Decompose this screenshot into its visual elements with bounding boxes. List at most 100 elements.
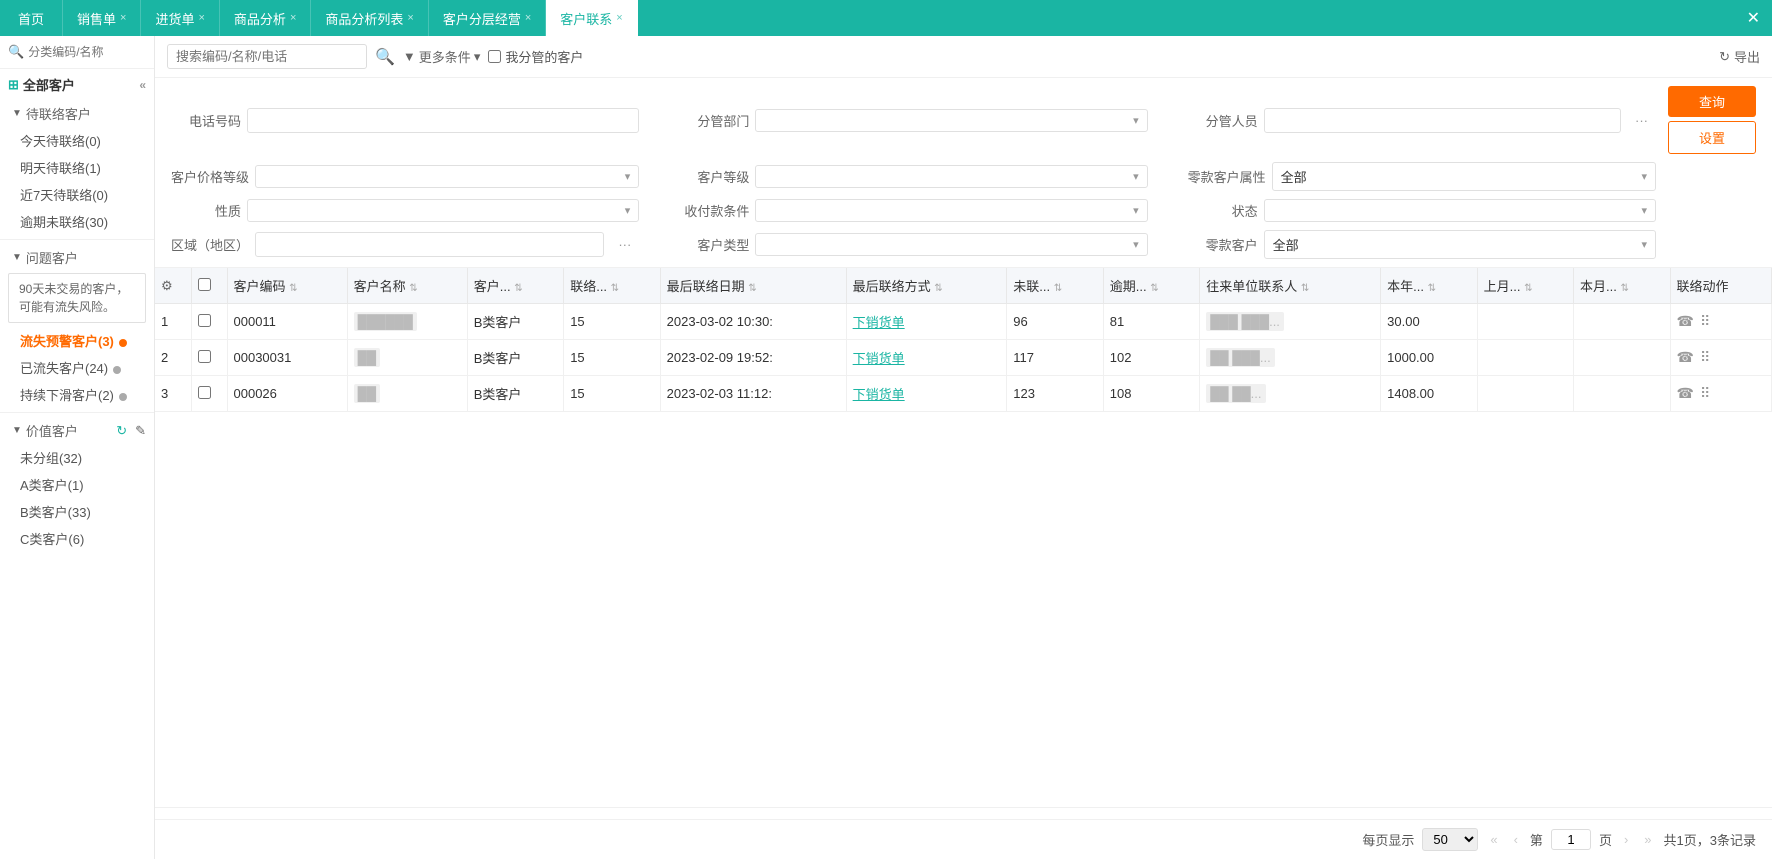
my-customers-label[interactable]: 我分管的客户 xyxy=(488,47,583,66)
filter-more-btn[interactable]: ▼ 更多条件 ▾ xyxy=(403,47,480,66)
select-grade[interactable]: ▾ xyxy=(755,165,1147,188)
select-retail-attr-arrow: ▾ xyxy=(1641,170,1647,183)
select-retail-attr[interactable]: 全部 ▾ xyxy=(1272,162,1656,191)
row3-more-icon[interactable]: ⠿ xyxy=(1700,385,1710,402)
th-customer-type[interactable]: 客户... ⇅ xyxy=(467,268,563,304)
select-dept[interactable]: ▾ xyxy=(755,109,1147,132)
select-price-grade[interactable]: ▾ xyxy=(255,165,639,188)
row2-last-method[interactable]: 下销货单 xyxy=(846,340,1007,376)
row2-method-link[interactable]: 下销货单 xyxy=(853,351,905,366)
row3-check[interactable] xyxy=(198,386,211,399)
th-gear[interactable]: ⚙ xyxy=(155,268,191,304)
row1-checkbox[interactable] xyxy=(191,304,227,340)
th-overdue[interactable]: 逾期... ⇅ xyxy=(1103,268,1199,304)
sidebar-item-declining[interactable]: 持续下滑客户(2) xyxy=(0,381,154,408)
my-customers-checkbox[interactable] xyxy=(488,50,501,63)
select-dept-arrow: ▾ xyxy=(1133,114,1139,127)
row1-phone-icon[interactable]: ☎ xyxy=(1677,313,1694,330)
person-dots[interactable]: ··· xyxy=(1627,113,1656,128)
row1-check[interactable] xyxy=(198,314,211,327)
sidebar-search-input[interactable] xyxy=(28,45,155,59)
tab-customer-segment[interactable]: 客户分层经营 × xyxy=(429,0,546,36)
sidebar-section-value[interactable]: ▼ 价值客户 ↻ ✎ xyxy=(0,417,154,444)
row2-phone-icon[interactable]: ☎ xyxy=(1677,349,1694,366)
th-last-method[interactable]: 最后联络方式 ⇅ xyxy=(846,268,1007,304)
select-nature[interactable]: ▾ xyxy=(247,199,639,222)
sidebar-item-ungroup[interactable]: 未分组(32) xyxy=(0,444,154,471)
export-btn[interactable]: ↻ 导出 xyxy=(1719,47,1760,66)
tab-customer-contact[interactable]: 客户联系 × xyxy=(546,0,637,36)
tab-sales-close[interactable]: × xyxy=(120,12,126,24)
input-person[interactable] xyxy=(1264,108,1621,133)
th-this-month[interactable]: 本月... ⇅ xyxy=(1574,268,1670,304)
th-last-month[interactable]: 上月... ⇅ xyxy=(1477,268,1573,304)
sidebar-item-class-a[interactable]: A类客户(1) xyxy=(0,471,154,498)
sidebar-item-churn-warn[interactable]: 流失预警客户(3) xyxy=(0,327,154,354)
select-status[interactable]: ▾ xyxy=(1264,199,1656,222)
prev-page-btn[interactable]: ‹ xyxy=(1510,830,1522,849)
row3-method-link[interactable]: 下销货单 xyxy=(853,387,905,402)
input-region[interactable] xyxy=(255,232,604,257)
settings-btn[interactable]: 设置 xyxy=(1668,121,1756,154)
th-customer-name[interactable]: 客户名称 ⇅ xyxy=(347,268,467,304)
row2-checkbox[interactable] xyxy=(191,340,227,376)
th-contact-count[interactable]: 联络... ⇅ xyxy=(564,268,660,304)
row1-last-method[interactable]: 下销货单 xyxy=(846,304,1007,340)
page-input[interactable] xyxy=(1551,829,1591,850)
last-page-btn[interactable]: » xyxy=(1640,830,1655,849)
th-uncontacted[interactable]: 未联... ⇅ xyxy=(1007,268,1103,304)
row3-last-method[interactable]: 下销货单 xyxy=(846,376,1007,412)
value-edit-icon[interactable]: ✎ xyxy=(135,423,146,439)
sidebar-all-customers[interactable]: ⊞ 全部客户 « xyxy=(0,69,154,100)
sidebar-item-week[interactable]: 近7天待联络(0) xyxy=(0,181,154,208)
sidebar-section-pending[interactable]: ▼ 待联络客户 xyxy=(0,100,154,127)
sidebar-section-problem[interactable]: ▼ 问题客户 xyxy=(0,244,154,271)
sidebar-item-tomorrow[interactable]: 明天待联络(1) xyxy=(0,154,154,181)
tab-purchase[interactable]: 进货单 × xyxy=(141,0,219,36)
sidebar-item-class-c[interactable]: C类客户(6) xyxy=(0,525,154,552)
row2-more-icon[interactable]: ⠿ xyxy=(1700,349,1710,366)
th-customer-code[interactable]: 客户编码 ⇅ xyxy=(227,268,347,304)
row1-person-blurred: ███ ███... xyxy=(1206,312,1284,331)
per-page-select[interactable]: 50 100 200 xyxy=(1422,828,1478,851)
first-page-btn[interactable]: « xyxy=(1486,830,1501,849)
bottom-scrollbar[interactable] xyxy=(155,807,1772,819)
row3-checkbox[interactable] xyxy=(191,376,227,412)
tab-analysis-close[interactable]: × xyxy=(290,12,296,24)
tab-sales[interactable]: 销售单 × xyxy=(63,0,141,36)
th-this-year[interactable]: 本年... ⇅ xyxy=(1381,268,1477,304)
select-all-checkbox[interactable] xyxy=(198,278,211,291)
tab-analysis-list-close[interactable]: × xyxy=(407,12,413,24)
tab-customer-segment-label: 客户分层经营 xyxy=(443,9,521,28)
row3-phone-icon[interactable]: ☎ xyxy=(1677,385,1694,402)
sidebar-item-today[interactable]: 今天待联络(0) xyxy=(0,127,154,154)
close-all-btn[interactable]: ✕ xyxy=(1735,8,1772,28)
tab-customer-contact-close[interactable]: × xyxy=(616,12,622,24)
filter-search-icon[interactable]: 🔍 xyxy=(375,47,395,67)
select-customer-type[interactable]: ▾ xyxy=(755,233,1147,256)
next-page-btn[interactable]: › xyxy=(1620,830,1632,849)
input-phone[interactable] xyxy=(247,108,639,133)
region-dots[interactable]: ··· xyxy=(610,237,639,252)
tab-analysis-list[interactable]: 商品分析列表 × xyxy=(311,0,428,36)
tab-home[interactable]: 首页 xyxy=(0,0,63,36)
row1-more-icon[interactable]: ⠿ xyxy=(1700,313,1710,330)
select-retail[interactable]: 全部 ▾ xyxy=(1264,230,1656,259)
th-contact-person[interactable]: 往来单位联系人 ⇅ xyxy=(1200,268,1381,304)
row1-method-link[interactable]: 下销货单 xyxy=(853,315,905,330)
collapse-btn[interactable]: « xyxy=(139,78,146,92)
tab-purchase-close[interactable]: × xyxy=(198,12,204,24)
select-payment[interactable]: ▾ xyxy=(755,199,1147,222)
th-last-date[interactable]: 最后联络日期 ⇅ xyxy=(660,268,846,304)
query-btn[interactable]: 查询 xyxy=(1668,86,1756,117)
th-checkbox[interactable] xyxy=(191,268,227,304)
row2-check[interactable] xyxy=(198,350,211,363)
tab-analysis[interactable]: 商品分析 × xyxy=(220,0,311,36)
gear-icon[interactable]: ⚙ xyxy=(161,278,173,293)
filter-search-input[interactable] xyxy=(167,44,367,69)
sidebar-item-churned[interactable]: 已流失客户(24) xyxy=(0,354,154,381)
tab-customer-segment-close[interactable]: × xyxy=(525,12,531,24)
sidebar-item-overdue[interactable]: 逾期未联络(30) xyxy=(0,208,154,235)
value-refresh-icon[interactable]: ↻ xyxy=(116,423,127,439)
sidebar-item-class-b[interactable]: B类客户(33) xyxy=(0,498,154,525)
